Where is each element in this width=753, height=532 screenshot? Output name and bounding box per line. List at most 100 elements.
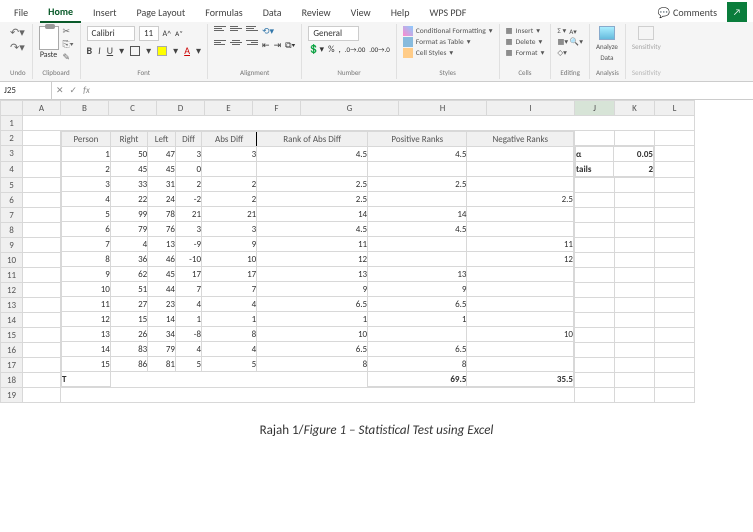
decrease-font-button[interactable]: A˅: [175, 29, 183, 38]
col-D[interactable]: D: [157, 101, 205, 116]
row-15[interactable]: 15: [1, 328, 23, 343]
cell[interactable]: [467, 162, 574, 177]
cell[interactable]: 45: [148, 162, 176, 177]
cell[interactable]: 34: [148, 327, 176, 342]
cell[interactable]: [467, 297, 574, 312]
comments-button[interactable]: 💬 Comments: [658, 6, 717, 19]
cell[interactable]: 15: [110, 312, 147, 327]
cell-styles-button[interactable]: Cell Styles ▾: [403, 48, 453, 58]
fill-color-button[interactable]: [157, 46, 167, 56]
paste-button[interactable]: Paste: [39, 26, 59, 60]
cell[interactable]: 3: [202, 147, 257, 162]
tab-home[interactable]: Home: [40, 2, 81, 23]
cell[interactable]: 10: [257, 327, 368, 342]
cell[interactable]: 33: [110, 177, 147, 192]
cell[interactable]: 21: [175, 207, 201, 222]
col-A[interactable]: A: [23, 101, 61, 116]
cell[interactable]: 4.5: [257, 222, 368, 237]
cell[interactable]: 3: [202, 222, 257, 237]
cell[interactable]: 24: [148, 192, 176, 207]
cell[interactable]: [467, 177, 574, 192]
cell[interactable]: 51: [110, 282, 147, 297]
tab-insert[interactable]: Insert: [85, 3, 125, 22]
col-I[interactable]: I: [487, 101, 575, 116]
italic-button[interactable]: I: [98, 44, 101, 57]
redo-button[interactable]: ↷▾: [10, 41, 25, 54]
format-as-table-button[interactable]: Format as Table ▾: [403, 37, 471, 47]
cell[interactable]: 2.5: [467, 192, 574, 207]
row-19[interactable]: 19: [1, 388, 23, 403]
cell[interactable]: 14: [148, 312, 176, 327]
increase-decimal-button[interactable]: .0→.00: [345, 45, 366, 54]
cell[interactable]: 4: [110, 237, 147, 252]
cell[interactable]: 14: [257, 207, 368, 222]
tab-review[interactable]: Review: [294, 3, 339, 22]
row-13[interactable]: 13: [1, 298, 23, 313]
cell[interactable]: 2.5: [257, 177, 368, 192]
row-3[interactable]: 3: [1, 146, 23, 162]
cell[interactable]: 1: [257, 312, 368, 327]
number-format-select[interactable]: General: [308, 26, 359, 41]
tab-data[interactable]: Data: [255, 3, 290, 22]
col-K[interactable]: K: [615, 101, 655, 116]
cell[interactable]: 4: [175, 342, 201, 357]
cell[interactable]: 3: [175, 147, 201, 162]
cell[interactable]: 13: [62, 327, 111, 342]
cell[interactable]: 62: [110, 267, 147, 282]
col-J[interactable]: J: [575, 101, 615, 116]
cell[interactable]: -9: [175, 237, 201, 252]
row-16[interactable]: 16: [1, 343, 23, 358]
row-8[interactable]: 8: [1, 223, 23, 238]
clear-button[interactable]: ◇▾: [557, 48, 567, 58]
spreadsheet-grid[interactable]: A B C D E F G H I J K L 1 2 Person Right…: [0, 100, 753, 403]
cell[interactable]: 2: [202, 192, 257, 207]
cell[interactable]: 7: [62, 237, 111, 252]
col-F[interactable]: F: [253, 101, 301, 116]
tab-help[interactable]: Help: [383, 3, 418, 22]
cell[interactable]: -8: [175, 327, 201, 342]
share-button[interactable]: ↗: [727, 2, 747, 22]
insert-cells-button[interactable]: ▦Insert ▾: [506, 26, 540, 36]
align-top-button[interactable]: [214, 26, 226, 35]
tab-formulas[interactable]: Formulas: [197, 3, 250, 22]
cell[interactable]: 11: [257, 237, 368, 252]
cell[interactable]: 2.5: [368, 177, 467, 192]
cell[interactable]: 4: [202, 342, 257, 357]
cell[interactable]: 14: [62, 342, 111, 357]
autosum-button[interactable]: Σ ▾ A▾: [557, 26, 576, 36]
cell[interactable]: 15: [62, 357, 111, 372]
cell[interactable]: 50: [110, 147, 147, 162]
border-button[interactable]: [130, 46, 140, 56]
cell[interactable]: 21: [202, 207, 257, 222]
accounting-button[interactable]: 💲▾: [308, 44, 324, 55]
cell[interactable]: 14: [368, 207, 467, 222]
tab-file[interactable]: File: [6, 3, 36, 22]
cell[interactable]: 45: [148, 267, 176, 282]
row-11[interactable]: 11: [1, 268, 23, 283]
align-right-button[interactable]: [246, 40, 258, 49]
cell[interactable]: 45: [110, 162, 147, 177]
col-C[interactable]: C: [109, 101, 157, 116]
orientation-button[interactable]: ⟲▾: [262, 26, 274, 37]
cell[interactable]: 3: [62, 177, 111, 192]
cell[interactable]: 81: [148, 357, 176, 372]
cell[interactable]: 0: [175, 162, 201, 177]
row-9[interactable]: 9: [1, 238, 23, 253]
copy-button[interactable]: ⎘▾: [63, 39, 74, 50]
increase-font-button[interactable]: A^: [163, 29, 172, 39]
cell[interactable]: 3: [175, 222, 201, 237]
cell[interactable]: 11: [62, 297, 111, 312]
cell[interactable]: 12: [257, 252, 368, 267]
cell[interactable]: [467, 222, 574, 237]
cell[interactable]: 8: [368, 357, 467, 372]
percent-button[interactable]: %: [328, 44, 334, 55]
cell[interactable]: 86: [110, 357, 147, 372]
column-headers[interactable]: A B C D E F G H I J K L: [1, 101, 695, 116]
cell[interactable]: 2: [62, 162, 111, 177]
cell[interactable]: [368, 162, 467, 177]
comma-button[interactable]: ,: [339, 44, 341, 55]
underline-button[interactable]: U: [107, 44, 113, 57]
cell[interactable]: 11: [467, 237, 574, 252]
analyze-data-button[interactable]: Analyze Data: [596, 26, 618, 62]
align-bottom-button[interactable]: [246, 26, 258, 35]
